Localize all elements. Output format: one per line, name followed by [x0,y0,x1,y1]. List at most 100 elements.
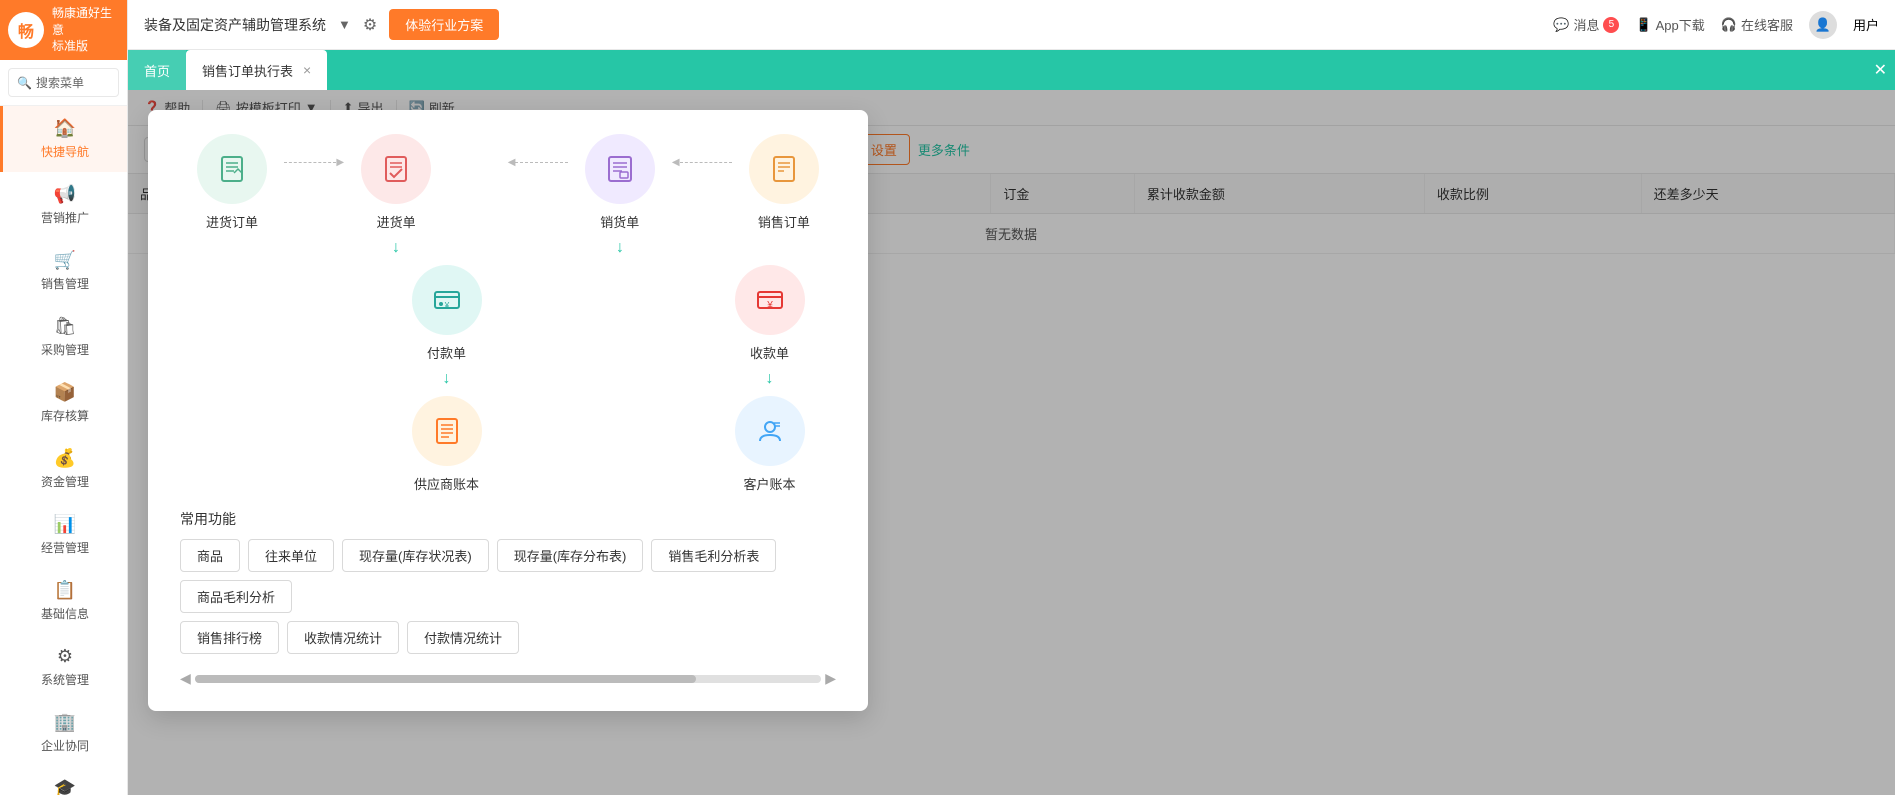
top-header: 装备及固定资产辅助管理系统 ▼ ⚙ 体验行业方案 💬 消息 5 📱 App下载 … [128,0,1895,50]
system-dropdown-icon[interactable]: ▼ [338,17,351,32]
purchase-order-circle[interactable] [197,134,267,204]
func-btn-stock-distribution[interactable]: 现存量(库存分布表) [497,539,644,572]
purchase-bill-label: 进货单 [377,212,416,231]
sidebar-item-label: 基础信息 [41,605,89,622]
customer-account-circle[interactable] [735,396,805,466]
sidebar-item-quick-guide[interactable]: 🏠 快捷导航 [0,106,127,172]
sidebar-item-newbie[interactable]: 🎓 新手引导 [0,766,127,795]
app-icon: 📱 [1635,17,1651,33]
customer-account-icon [754,415,786,447]
finance-icon: 💰 [54,448,76,469]
wf-node-purchase-bill: 进货单 [344,134,448,231]
sidebar-item-basic-info[interactable]: 📋 基础信息 [0,568,127,634]
message-button[interactable]: 💬 消息 5 [1553,15,1619,34]
avatar-icon: 👤 [1815,17,1831,33]
workflow-diagram: 进货订单 ▶ [180,134,836,493]
message-icon: 💬 [1553,17,1569,33]
sidebar-item-system[interactable]: ⚙ 系统管理 [0,634,127,700]
func-btn-payment-stats[interactable]: 付款情况统计 [407,621,519,654]
purchase-bill-icon [380,153,412,185]
enterprise-icon: 🏢 [54,712,76,733]
system-title: 装备及固定资产辅助管理系统 [144,15,326,35]
sidebar: 畅 畅康通好生意 标准版 🔍 搜索菜单 🏠 快捷导航 📢 营销推广 🛒 [0,0,128,795]
arrow-po-to-pb: ▶ [284,157,344,208]
system-icon: ⚙ [57,646,73,667]
sales-order-icon [768,153,800,185]
func-btn-sales-ranking[interactable]: 销售排行榜 [180,621,279,654]
sales-order-circle[interactable] [749,134,819,204]
search-menu-button[interactable]: 🔍 搜索菜单 [8,68,119,97]
tab-home[interactable]: 首页 [128,50,186,90]
sidebar-item-marketing[interactable]: 📢 营销推广 [0,172,127,238]
logo-icon: 畅 [8,12,44,48]
sidebar-item-sales[interactable]: 🛒 销售管理 [0,238,127,304]
sidebar-logo: 畅 畅康通好生意 标准版 [0,0,127,60]
message-badge: 5 [1603,17,1619,33]
scroll-right-icon[interactable]: ▶ [825,670,836,687]
sales-icon: 🛒 [54,250,76,271]
wf-node-sales-bill: 销货单 [568,134,672,231]
active-tab-label: 销售订单执行表 [202,61,293,80]
common-functions: 常用功能 商品 往来单位 现存量(库存状况表) 现存量(库存分布表) 销售毛利分… [180,509,836,654]
scroll-left-icon[interactable]: ◀ [180,670,191,687]
tab-bar-close-icon[interactable]: ✕ [1874,60,1887,80]
func-btn-counterparty[interactable]: 往来单位 [248,539,334,572]
popup-overlay[interactable]: 进货订单 ▶ [128,90,1895,795]
tab-close-icon[interactable]: × [303,62,311,78]
sidebar-item-label: 采购管理 [41,341,89,358]
func-btn-stock-status[interactable]: 现存量(库存状况表) [342,539,489,572]
tab-sales-order-execution[interactable]: 销售订单执行表 × [186,50,327,90]
supplier-account-circle[interactable] [412,396,482,466]
purchase-order-icon [216,153,248,185]
user-name: 用户 [1853,15,1879,34]
sales-bill-label: 销货单 [600,212,639,231]
sidebar-item-label: 快捷导航 [41,143,89,160]
quick-guide-popup: 进货订单 ▶ [148,110,868,711]
experience-button[interactable]: 体验行业方案 [389,9,499,40]
func-btn-product[interactable]: 商品 [180,539,240,572]
quick-guide-icon: 🏠 [54,118,76,139]
sidebar-item-operation[interactable]: 📊 经营管理 [0,502,127,568]
func-btn-sales-profit[interactable]: 销售毛利分析表 [651,539,776,572]
payment-circle[interactable]: ¥ [412,265,482,335]
user-avatar[interactable]: 👤 [1809,11,1837,39]
wf-node-purchase-order: 进货订单 [180,134,284,231]
sidebar-item-inventory[interactable]: 📦 库存核算 [0,370,127,436]
payment-label: 付款单 [427,343,466,362]
purchase-bill-circle[interactable] [361,134,431,204]
home-tab-label: 首页 [144,61,170,80]
workflow-arrow-row-2: ↓ ↓ [180,370,836,388]
operation-icon: 📊 [54,514,76,535]
content-area: ❓ 帮助 🖨 按模板打印 ▼ ⬆ 导出 🔄 刷新 [128,90,1895,795]
settings-icon[interactable]: ⚙ [363,15,377,35]
workflow-row-3: 供应商账本 [180,396,836,493]
purchase-order-label: 进货订单 [206,212,258,231]
func-btn-receipt-stats[interactable]: 收款情况统计 [287,621,399,654]
header-actions: 💬 消息 5 📱 App下载 🎧 在线客服 👤 用户 [1553,11,1879,39]
sidebar-item-label: 企业协同 [41,737,89,754]
online-service-button[interactable]: 🎧 在线客服 [1721,15,1793,34]
sidebar-item-label: 系统管理 [41,671,89,688]
service-icon: 🎧 [1721,17,1737,33]
svg-text:¥: ¥ [443,301,449,310]
workflow-row-2: ¥ 付款单 [180,265,836,362]
app-download-button[interactable]: 📱 App下载 [1635,15,1704,34]
sidebar-item-purchase[interactable]: 🛍 采购管理 [0,304,127,370]
popup-content: 进货订单 ▶ [148,110,868,711]
receipt-circle[interactable]: ¥ [735,265,805,335]
scrollbar-track[interactable] [195,675,821,683]
sidebar-item-label: 营销推广 [41,209,89,226]
func-buttons-row-1: 商品 往来单位 现存量(库存状况表) 现存量(库存分布表) 销售毛利分析表 商品… [180,539,836,613]
sidebar-item-finance[interactable]: 💰 资金管理 [0,436,127,502]
sales-bill-circle[interactable] [585,134,655,204]
sidebar-item-label: 资金管理 [41,473,89,490]
sidebar-item-enterprise[interactable]: 🏢 企业协同 [0,700,127,766]
wf-node-receipt: ¥ 收款单 [703,265,836,362]
receipt-label: 收款单 [750,343,789,362]
main-content: 装备及固定资产辅助管理系统 ▼ ⚙ 体验行业方案 💬 消息 5 📱 App下载 … [128,0,1895,795]
svg-text:¥: ¥ [766,300,773,311]
scrollbar-thumb[interactable] [195,675,696,683]
common-funcs-title: 常用功能 [180,509,836,529]
sidebar-nav: 🏠 快捷导航 📢 营销推广 🛒 销售管理 🛍 采购管理 📦 库存核算 💰 [0,106,127,795]
func-btn-product-profit[interactable]: 商品毛利分析 [180,580,292,613]
